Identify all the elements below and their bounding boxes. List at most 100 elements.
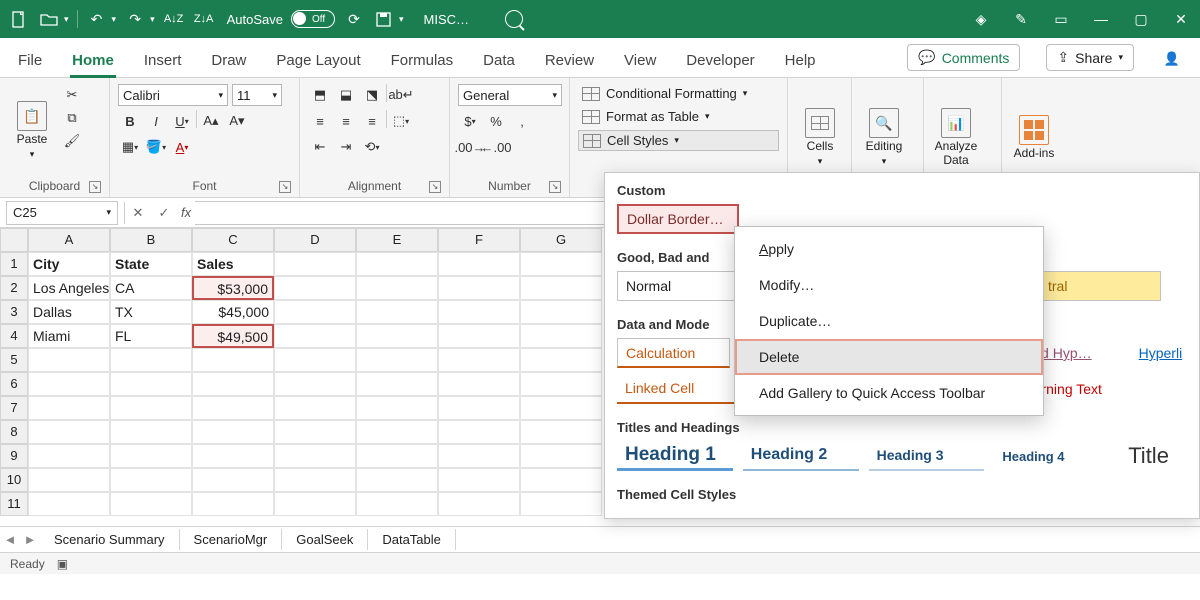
sort-asc-icon[interactable]: A↓Z — [163, 8, 185, 30]
ctx-delete[interactable]: Delete — [735, 339, 1043, 375]
number-launcher-icon[interactable]: ↘ — [549, 181, 561, 193]
tab-developer[interactable]: Developer — [684, 46, 756, 77]
cell-b2[interactable]: CA — [110, 276, 192, 300]
sheet-tab-2[interactable]: ScenarioMgr — [180, 529, 283, 550]
cell-a1[interactable]: City — [28, 252, 110, 276]
format-painter-icon[interactable]: 🖌 — [60, 130, 84, 152]
italic-button[interactable]: I — [144, 110, 168, 132]
style-dollar-border[interactable]: Dollar Border… — [617, 204, 739, 234]
align-middle-icon[interactable]: ⬓ — [334, 84, 358, 106]
ctx-modify[interactable]: Modify… — [735, 267, 1043, 303]
accept-formula-icon[interactable]: ✓ — [151, 205, 177, 221]
col-header-a[interactable]: A — [28, 228, 110, 252]
col-header-f[interactable]: F — [438, 228, 520, 252]
conditional-formatting-button[interactable]: Conditional Formatting ▾ — [578, 84, 779, 103]
merge-icon[interactable]: ⬚ ▾ — [389, 110, 413, 132]
orientation-icon[interactable]: ⟲ ▾ — [360, 136, 384, 158]
cell-c2[interactable]: $53,000 — [192, 276, 274, 300]
row-header-4[interactable]: 4 — [0, 324, 28, 348]
redo-caret[interactable]: ▾ — [150, 14, 155, 25]
style-title[interactable]: Title — [1120, 441, 1187, 471]
save-icon[interactable] — [373, 8, 395, 30]
cell-c1[interactable]: Sales — [192, 252, 274, 276]
percent-icon[interactable]: % — [484, 110, 508, 132]
style-heading-2[interactable]: Heading 2 — [743, 441, 859, 471]
style-heading-3[interactable]: Heading 3 — [869, 441, 985, 471]
decrease-font-icon[interactable]: A▾ — [225, 110, 249, 132]
sheet-tab-3[interactable]: GoalSeek — [282, 529, 368, 550]
align-right-icon[interactable]: ≡ — [360, 110, 384, 132]
diamond-icon[interactable]: ◈ — [970, 8, 992, 30]
cell-b1[interactable]: State — [110, 252, 192, 276]
autosave-toggle[interactable]: Off — [291, 10, 335, 28]
fill-color-icon[interactable]: 🪣 ▾ — [144, 136, 168, 158]
col-header-c[interactable]: C — [192, 228, 274, 252]
macro-record-icon[interactable]: ▣ — [57, 557, 68, 571]
tab-insert[interactable]: Insert — [142, 46, 184, 77]
sheet-nav-prev-icon[interactable]: ◄ — [0, 532, 20, 547]
style-calculation[interactable]: Calculation — [617, 338, 730, 368]
refresh-icon[interactable]: ⟳ — [343, 8, 365, 30]
format-as-table-button[interactable]: Format as Table ▾ — [578, 107, 779, 126]
increase-indent-icon[interactable]: ⇥ — [334, 136, 358, 158]
decrease-decimal-icon[interactable]: ←.00 — [484, 136, 508, 158]
cell-c4[interactable]: $49,500 — [192, 324, 274, 348]
sheet-tab-4[interactable]: DataTable — [368, 529, 456, 550]
row-header-2[interactable]: 2 — [0, 276, 28, 300]
comma-icon[interactable]: , — [510, 110, 534, 132]
close-icon[interactable]: ✕ — [1170, 8, 1192, 30]
bold-button[interactable]: B — [118, 110, 142, 132]
tab-home[interactable]: Home — [70, 46, 116, 77]
cut-icon[interactable]: ✂ — [60, 84, 84, 106]
style-heading-4[interactable]: Heading 4 — [994, 441, 1110, 471]
tab-view[interactable]: View — [622, 46, 658, 77]
style-neutral[interactable]: tral — [1039, 271, 1161, 301]
style-hyperlink[interactable]: Hyperli — [1131, 338, 1187, 368]
style-normal[interactable]: Normal — [617, 271, 739, 301]
open-file-icon[interactable] — [38, 8, 60, 30]
font-color-icon[interactable]: A ▾ — [170, 136, 194, 158]
cell-styles-button[interactable]: Cell Styles ▾ — [578, 130, 779, 151]
tab-help[interactable]: Help — [783, 46, 818, 77]
tab-file[interactable]: File — [16, 46, 44, 77]
ctx-apply[interactable]: Apply — [735, 231, 1043, 267]
number-format-combo[interactable]: General▾ — [458, 84, 562, 106]
col-header-d[interactable]: D — [274, 228, 356, 252]
tab-review[interactable]: Review — [543, 46, 596, 77]
col-header-b[interactable]: B — [110, 228, 192, 252]
profile-icon[interactable]: 👤 — [1160, 47, 1184, 71]
cell-b4[interactable]: FL — [110, 324, 192, 348]
tab-data[interactable]: Data — [481, 46, 517, 77]
sheet-nav-next-icon[interactable]: ► — [20, 532, 40, 547]
copy-icon[interactable]: ⧉ — [60, 107, 84, 129]
sheet-tab-1[interactable]: Scenario Summary — [40, 529, 180, 550]
align-left-icon[interactable]: ≡ — [308, 110, 332, 132]
font-launcher-icon[interactable]: ↘ — [279, 181, 291, 193]
font-name-combo[interactable]: Calibri▾ — [118, 84, 228, 106]
new-file-icon[interactable] — [8, 8, 30, 30]
cancel-formula-icon[interactable]: ✕ — [125, 205, 151, 221]
redo-icon[interactable]: ↷ — [124, 8, 146, 30]
row-header-3[interactable]: 3 — [0, 300, 28, 324]
search-icon[interactable] — [505, 10, 523, 28]
cell-b3[interactable]: TX — [110, 300, 192, 324]
tab-page-layout[interactable]: Page Layout — [274, 46, 362, 77]
font-size-combo[interactable]: 11▾ — [232, 84, 282, 106]
ctx-duplicate[interactable]: Duplicate… — [735, 303, 1043, 339]
tab-formulas[interactable]: Formulas — [389, 46, 456, 77]
style-linked-cell[interactable]: Linked Cell — [617, 374, 739, 404]
clipboard-launcher-icon[interactable]: ↘ — [89, 181, 101, 193]
underline-button[interactable]: U ▾ — [170, 110, 194, 132]
decrease-indent-icon[interactable]: ⇤ — [308, 136, 332, 158]
borders-icon[interactable]: ▦ ▾ — [118, 136, 142, 158]
cell-c3[interactable]: $45,000 — [192, 300, 274, 324]
maximize-icon[interactable]: ▢ — [1130, 8, 1152, 30]
increase-decimal-icon[interactable]: .00→ — [458, 136, 482, 158]
col-header-e[interactable]: E — [356, 228, 438, 252]
row-header-1[interactable]: 1 — [0, 252, 28, 276]
align-bottom-icon[interactable]: ⬔ — [360, 84, 384, 106]
comments-button[interactable]: 💬 Comments — [907, 44, 1020, 71]
align-center-icon[interactable]: ≡ — [334, 110, 358, 132]
select-all-corner[interactable] — [0, 228, 28, 252]
cell-a2[interactable]: Los Angeles — [28, 276, 110, 300]
